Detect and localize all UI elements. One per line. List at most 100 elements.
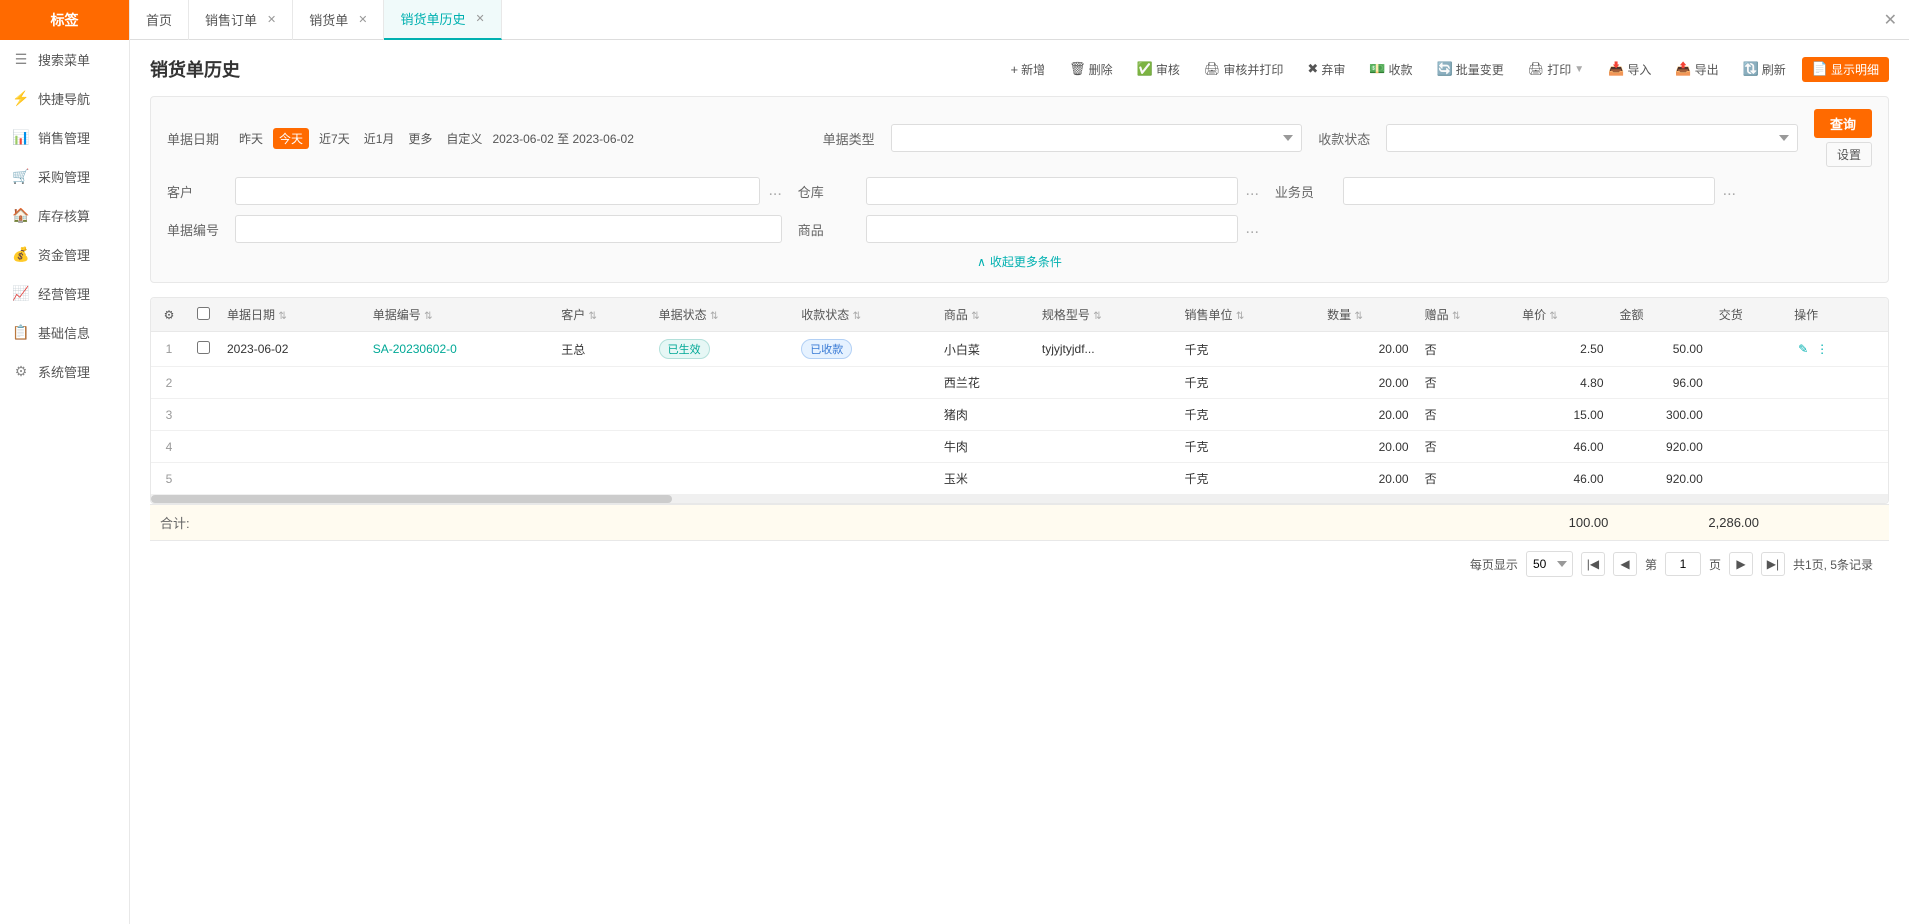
- batch-change-button[interactable]: 🔄 批量变更: [1429, 57, 1512, 82]
- refresh-icon: 🔃: [1743, 61, 1759, 77]
- sidebar-item-basic-info[interactable]: 📋 基础信息: [0, 313, 129, 352]
- sidebar-item-label: 销售管理: [38, 128, 90, 147]
- cell-doc-no[interactable]: [365, 367, 553, 399]
- paystatus-select[interactable]: [1386, 124, 1798, 152]
- docno-input[interactable]: [235, 215, 782, 243]
- sidebar-item-quick-nav[interactable]: ⚡ 快捷导航: [0, 79, 129, 118]
- refresh-button[interactable]: 🔃 刷新: [1735, 57, 1794, 82]
- date-btn-custom[interactable]: 自定义: [442, 128, 486, 149]
- query-button[interactable]: 查询: [1814, 109, 1872, 138]
- filter-group-goods: 商品 ...: [798, 215, 1259, 243]
- row-checkbox[interactable]: [197, 341, 210, 354]
- cell-action: [1786, 463, 1888, 495]
- sidebar-item-sales-mgmt[interactable]: 📊 销售管理: [0, 118, 129, 157]
- cell-checkbox[interactable]: [187, 367, 219, 399]
- col-doc-status[interactable]: 单据状态 ⇅: [651, 298, 794, 332]
- col-pay-status[interactable]: 收款状态 ⇅: [793, 298, 936, 332]
- col-doc-date[interactable]: 单据日期 ⇅: [219, 298, 365, 332]
- date-btn-yesterday[interactable]: 昨天: [235, 128, 267, 149]
- page-number-input[interactable]: [1665, 552, 1701, 576]
- col-customer[interactable]: 客户 ⇅: [553, 298, 650, 332]
- sidebar-item-search-menu[interactable]: ☰ 搜索菜单: [0, 40, 129, 79]
- import-button[interactable]: 📥 导入: [1600, 57, 1659, 82]
- print-button[interactable]: 🖨 打印 ▼: [1520, 57, 1592, 82]
- goods-dots[interactable]: ...: [1246, 221, 1259, 237]
- edit-action-button[interactable]: ✎: [1794, 340, 1812, 358]
- audit-button[interactable]: ✅ 审核: [1129, 57, 1188, 82]
- warehouse-dots[interactable]: ...: [1246, 183, 1259, 199]
- salesperson-input[interactable]: [1343, 177, 1715, 205]
- date-btn-today[interactable]: 今天: [273, 128, 309, 149]
- salesperson-dots[interactable]: ...: [1723, 183, 1736, 199]
- tab-sales-history[interactable]: 销货单历史 ✕: [384, 0, 501, 40]
- sidebar-item-ops-mgmt[interactable]: 📈 经营管理: [0, 274, 129, 313]
- col-amount[interactable]: 金额: [1612, 298, 1711, 332]
- tab-sales-history-close[interactable]: ✕: [476, 12, 485, 25]
- cell-qty: 20.00: [1319, 463, 1416, 495]
- date-btn-1month[interactable]: 近1月: [360, 128, 399, 149]
- summary-total-qty: 100.00: [1569, 515, 1609, 530]
- tab-home[interactable]: 首页: [130, 0, 189, 40]
- col-goods[interactable]: 商品 ⇅: [936, 298, 1034, 332]
- last-page-button[interactable]: ▶|: [1761, 552, 1785, 576]
- per-page-select[interactable]: 50 100: [1526, 551, 1573, 577]
- col-unit-price[interactable]: 单价 ⇅: [1514, 298, 1611, 332]
- customer-input[interactable]: [235, 177, 760, 205]
- cell-goods: 西兰花: [936, 367, 1034, 399]
- settings-button[interactable]: 设置: [1826, 142, 1872, 167]
- sidebar-item-finance-mgmt[interactable]: 💰 资金管理: [0, 235, 129, 274]
- cell-doc-no[interactable]: [365, 463, 553, 495]
- delete-button[interactable]: 🗑 删除: [1061, 57, 1121, 82]
- sidebar-item-inventory[interactable]: 🏠 库存核算: [0, 196, 129, 235]
- select-all-checkbox[interactable]: [197, 307, 210, 320]
- customer-dots[interactable]: ...: [768, 183, 781, 199]
- cell-doc-no[interactable]: [365, 399, 553, 431]
- tab-sales-delivery-close[interactable]: ✕: [358, 13, 367, 26]
- cell-checkbox[interactable]: [187, 332, 219, 367]
- doctype-select[interactable]: [891, 124, 1303, 152]
- date-btn-more[interactable]: 更多: [404, 128, 436, 149]
- col-trade[interactable]: 交货: [1711, 298, 1786, 332]
- tab-sales-order-close[interactable]: ✕: [267, 13, 276, 26]
- abandon-button[interactable]: ✖ 弃审: [1299, 57, 1353, 82]
- show-detail-button[interactable]: 📄 显示明细: [1802, 57, 1889, 82]
- new-button[interactable]: + 新增: [1003, 57, 1054, 82]
- cell-doc-no[interactable]: [365, 431, 553, 463]
- cell-checkbox[interactable]: [187, 431, 219, 463]
- horizontal-scrollbar[interactable]: [151, 495, 1888, 503]
- audit-print-button[interactable]: 🖨 审核并打印: [1196, 57, 1292, 82]
- tab-close-all-button[interactable]: ✕: [1872, 10, 1909, 30]
- col-spec[interactable]: 规格型号 ⇅: [1034, 298, 1177, 332]
- salesperson-label: 业务员: [1275, 182, 1335, 201]
- prev-page-button[interactable]: ◀: [1613, 552, 1637, 576]
- goods-label: 商品: [798, 220, 858, 239]
- col-gift[interactable]: 赠品 ⇅: [1417, 298, 1514, 332]
- collect-button[interactable]: 💵 收款: [1361, 57, 1420, 82]
- next-page-button[interactable]: ▶: [1729, 552, 1753, 576]
- collapse-button[interactable]: ∧ 收起更多条件: [167, 253, 1872, 270]
- warehouse-input[interactable]: [866, 177, 1238, 205]
- col-doc-no[interactable]: 单据编号 ⇅: [365, 298, 553, 332]
- cell-doc-date: [219, 463, 365, 495]
- col-settings[interactable]: ⚙: [151, 298, 187, 332]
- cell-doc-no[interactable]: SA-20230602-0: [365, 332, 553, 367]
- table-settings-icon[interactable]: ⚙: [164, 308, 175, 322]
- scrollbar-thumb[interactable]: [151, 495, 672, 503]
- more-action-button[interactable]: ⋮: [1812, 340, 1832, 358]
- export-button[interactable]: 📤 导出: [1667, 57, 1726, 82]
- tab-sales-delivery[interactable]: 销货单 ✕: [293, 0, 384, 40]
- col-checkbox[interactable]: [187, 298, 219, 332]
- col-unit[interactable]: 销售单位 ⇅: [1177, 298, 1320, 332]
- col-qty[interactable]: 数量 ⇅: [1319, 298, 1416, 332]
- date-btn-7days[interactable]: 近7天: [315, 128, 354, 149]
- first-page-button[interactable]: |◀: [1581, 552, 1605, 576]
- cell-checkbox[interactable]: [187, 399, 219, 431]
- sidebar-item-sys-mgmt[interactable]: ⚙ 系统管理: [0, 352, 129, 391]
- goods-input[interactable]: [866, 215, 1238, 243]
- tab-sales-order[interactable]: 销售订单 ✕: [189, 0, 293, 40]
- cell-doc-date: 2023-06-02: [219, 332, 365, 367]
- cell-checkbox[interactable]: [187, 463, 219, 495]
- sort-gift-icon: ⇅: [1452, 311, 1460, 322]
- cell-unit: 千克: [1177, 367, 1320, 399]
- sidebar-item-purchase-mgmt[interactable]: 🛒 采购管理: [0, 157, 129, 196]
